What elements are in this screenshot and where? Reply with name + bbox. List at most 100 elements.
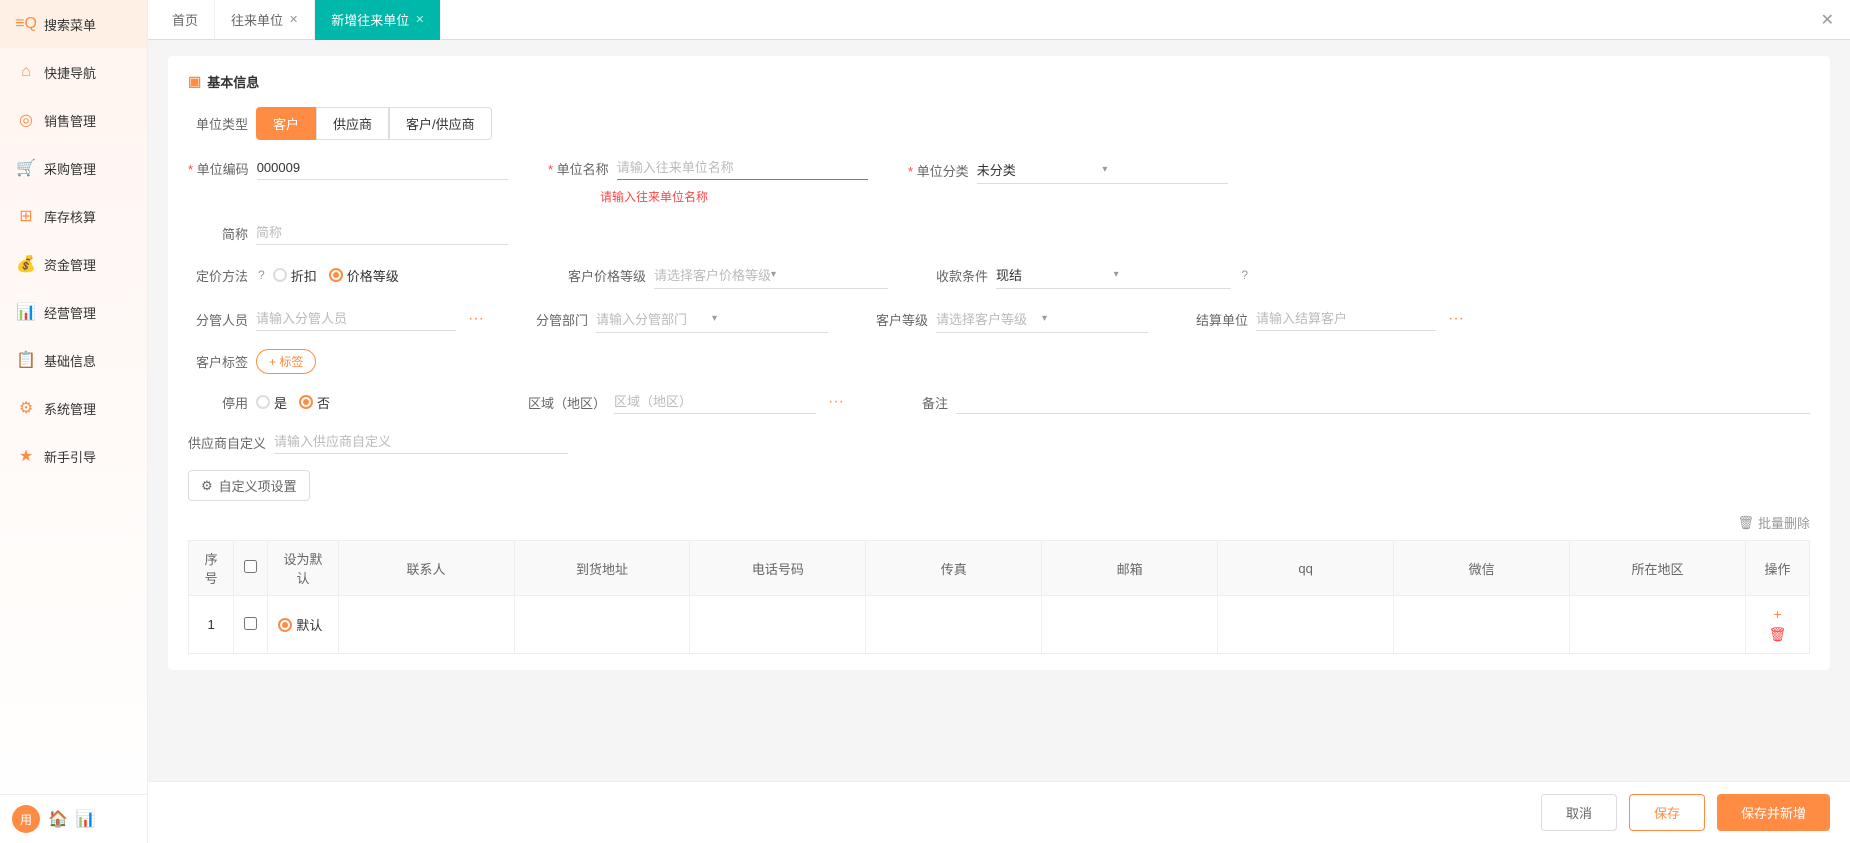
- region-more-btn[interactable]: ···: [824, 393, 848, 411]
- footer-icon-home[interactable]: 🏠: [48, 809, 68, 829]
- sidebar-item-label: 库存核算: [44, 207, 96, 226]
- sidebar-item-guide[interactable]: ★ 新手引导: [0, 432, 147, 480]
- fax-input[interactable]: [876, 617, 1031, 632]
- card-title: ▣ 基本信息: [188, 72, 1810, 91]
- row-default-radio[interactable]: 默认: [278, 615, 327, 634]
- unit-type-label: 单位类型: [188, 114, 248, 133]
- supplier-custom-row: 供应商自定义: [188, 430, 1810, 454]
- cell-qq[interactable]: [1218, 596, 1394, 654]
- radio-disabled-yes[interactable]: 是: [256, 393, 287, 412]
- settlement-more-btn[interactable]: ···: [1444, 310, 1468, 328]
- btn-customer[interactable]: 客户: [256, 107, 316, 140]
- close-all-tabs[interactable]: ✕: [1813, 10, 1842, 30]
- cell-email[interactable]: [1042, 596, 1218, 654]
- tab-home[interactable]: 首页: [156, 0, 215, 40]
- custom-settings-button[interactable]: ⚙ 自定义项设置: [188, 470, 310, 501]
- save-button[interactable]: 保存: [1629, 794, 1705, 831]
- contact-table: 序号 设为默认 联系人 到货地址 电话号码 传真 邮箱 qq 微信 所在地区 操…: [188, 540, 1810, 654]
- manager-field: 分管人员 ···: [188, 307, 488, 331]
- short-name-input[interactable]: [256, 221, 508, 245]
- unit-code-input[interactable]: [257, 156, 508, 180]
- radio-price-level-label: 价格等级: [347, 266, 399, 285]
- sidebar-item-inventory[interactable]: ⊞ 库存核算: [0, 192, 147, 240]
- unit-name-input[interactable]: [617, 156, 868, 180]
- btn-supplier[interactable]: 供应商: [316, 107, 389, 140]
- payment-terms-arrow: ▾: [1114, 269, 1232, 280]
- cell-phone[interactable]: [690, 596, 866, 654]
- department-arrow: ▾: [712, 313, 828, 324]
- payment-terms-field: 收款条件 现结 ▾ ?: [928, 261, 1248, 289]
- add-row-button[interactable]: +: [1769, 604, 1785, 624]
- supplier-custom-field: 供应商自定义: [188, 430, 568, 454]
- custom-settings-label: 自定义项设置: [219, 476, 297, 495]
- radio-disabled-no[interactable]: 否: [299, 393, 330, 412]
- unit-category-field: 单位分类 未分类 ▾: [908, 156, 1228, 184]
- operations-icon: 📊: [16, 302, 36, 322]
- disabled-region-row: 停用 是 否 区域（地区） ···: [188, 390, 1810, 414]
- supplier-custom-input[interactable]: [274, 430, 568, 454]
- remark-label: 备注: [888, 393, 948, 412]
- qq-input[interactable]: [1228, 617, 1383, 632]
- radio-discount[interactable]: 折扣: [273, 266, 317, 285]
- row-region-input[interactable]: [1580, 617, 1735, 632]
- del-row-button[interactable]: 🗑: [1765, 624, 1791, 645]
- manager-input[interactable]: [256, 307, 456, 331]
- address-input[interactable]: [525, 617, 680, 632]
- sidebar-item-finance[interactable]: 💰 资金管理: [0, 240, 147, 288]
- customer-tag-row: 客户标签 + 标签: [188, 349, 1810, 374]
- unit-category-select[interactable]: 未分类 ▾: [977, 156, 1228, 184]
- cell-row-region[interactable]: [1570, 596, 1746, 654]
- tab-new-partner[interactable]: 新增往来单位 ✕: [315, 0, 441, 40]
- cell-contact[interactable]: [338, 596, 514, 654]
- col-fax: 传真: [866, 541, 1042, 596]
- tab-partner-list-close[interactable]: ✕: [289, 13, 298, 26]
- sidebar-item-search[interactable]: ≡Q 搜索菜单: [0, 0, 147, 48]
- unit-code-label: 单位编码: [188, 159, 249, 178]
- sidebar-item-quick-nav[interactable]: ⌂ 快捷导航: [0, 48, 147, 96]
- cell-fax[interactable]: [866, 596, 1042, 654]
- cell-address[interactable]: [514, 596, 690, 654]
- pricing-method-field: 定价方法 ? 折扣 价格等级: [188, 266, 528, 285]
- sidebar-item-basic-info[interactable]: 📋 基础信息: [0, 336, 147, 384]
- footer-icon-chart[interactable]: 📊: [76, 809, 96, 829]
- save-new-button[interactable]: 保存并新增: [1717, 794, 1830, 831]
- batch-delete-button[interactable]: 🗑 批量删除: [1737, 513, 1810, 532]
- payment-terms-label: 收款条件: [928, 266, 988, 285]
- phone-input[interactable]: [700, 617, 855, 632]
- pricing-row: 定价方法 ? 折扣 价格等级 客户价格等级: [188, 261, 1810, 289]
- cancel-button[interactable]: 取消: [1541, 794, 1617, 831]
- pricing-help-icon[interactable]: ?: [258, 268, 265, 282]
- radio-no-dot: [299, 395, 313, 409]
- department-select[interactable]: 请输入分管部门 ▾: [596, 305, 828, 333]
- region-input[interactable]: [614, 390, 816, 414]
- cell-wechat[interactable]: [1394, 596, 1570, 654]
- row-checkbox[interactable]: [244, 617, 257, 630]
- sidebar: ≡Q 搜索菜单 ⌂ 快捷导航 ◎ 销售管理 🛒 采购管理 ⊞ 库存核算 💰 资金…: [0, 0, 148, 843]
- contact-input[interactable]: [349, 617, 504, 632]
- select-all-checkbox[interactable]: [244, 560, 257, 573]
- department-field: 分管部门 请输入分管部门 ▾: [528, 305, 828, 333]
- unit-type-field: 单位类型 客户 供应商 客户/供应商: [188, 107, 1810, 140]
- email-input[interactable]: [1052, 617, 1207, 632]
- payment-terms-select[interactable]: 现结 ▾: [996, 261, 1231, 289]
- tab-new-partner-close[interactable]: ✕: [415, 13, 424, 26]
- col-checkbox[interactable]: [234, 541, 268, 596]
- tab-partner-list[interactable]: 往来单位 ✕: [215, 0, 315, 40]
- btn-both[interactable]: 客户/供应商: [389, 107, 492, 140]
- manager-more-btn[interactable]: ···: [464, 310, 488, 328]
- customer-price-level-select[interactable]: 请选择客户价格等级 ▾: [654, 261, 888, 289]
- sidebar-item-sales[interactable]: ◎ 销售管理: [0, 96, 147, 144]
- cell-seq: 1: [189, 596, 234, 654]
- sidebar-item-system[interactable]: ⚙ 系统管理: [0, 384, 147, 432]
- payment-help-icon[interactable]: ?: [1241, 268, 1248, 282]
- cell-checkbox[interactable]: [234, 596, 268, 654]
- wechat-input[interactable]: [1404, 617, 1559, 632]
- sidebar-item-purchase[interactable]: 🛒 采购管理: [0, 144, 147, 192]
- customer-level-select[interactable]: 请选择客户等级 ▾: [936, 305, 1148, 333]
- sidebar-item-operations[interactable]: 📊 经营管理: [0, 288, 147, 336]
- batch-delete-label: 批量删除: [1758, 513, 1810, 532]
- radio-price-level[interactable]: 价格等级: [329, 266, 399, 285]
- settlement-unit-input[interactable]: [1256, 307, 1436, 331]
- add-tag-button[interactable]: + 标签: [256, 349, 316, 374]
- remark-input[interactable]: [956, 390, 1810, 414]
